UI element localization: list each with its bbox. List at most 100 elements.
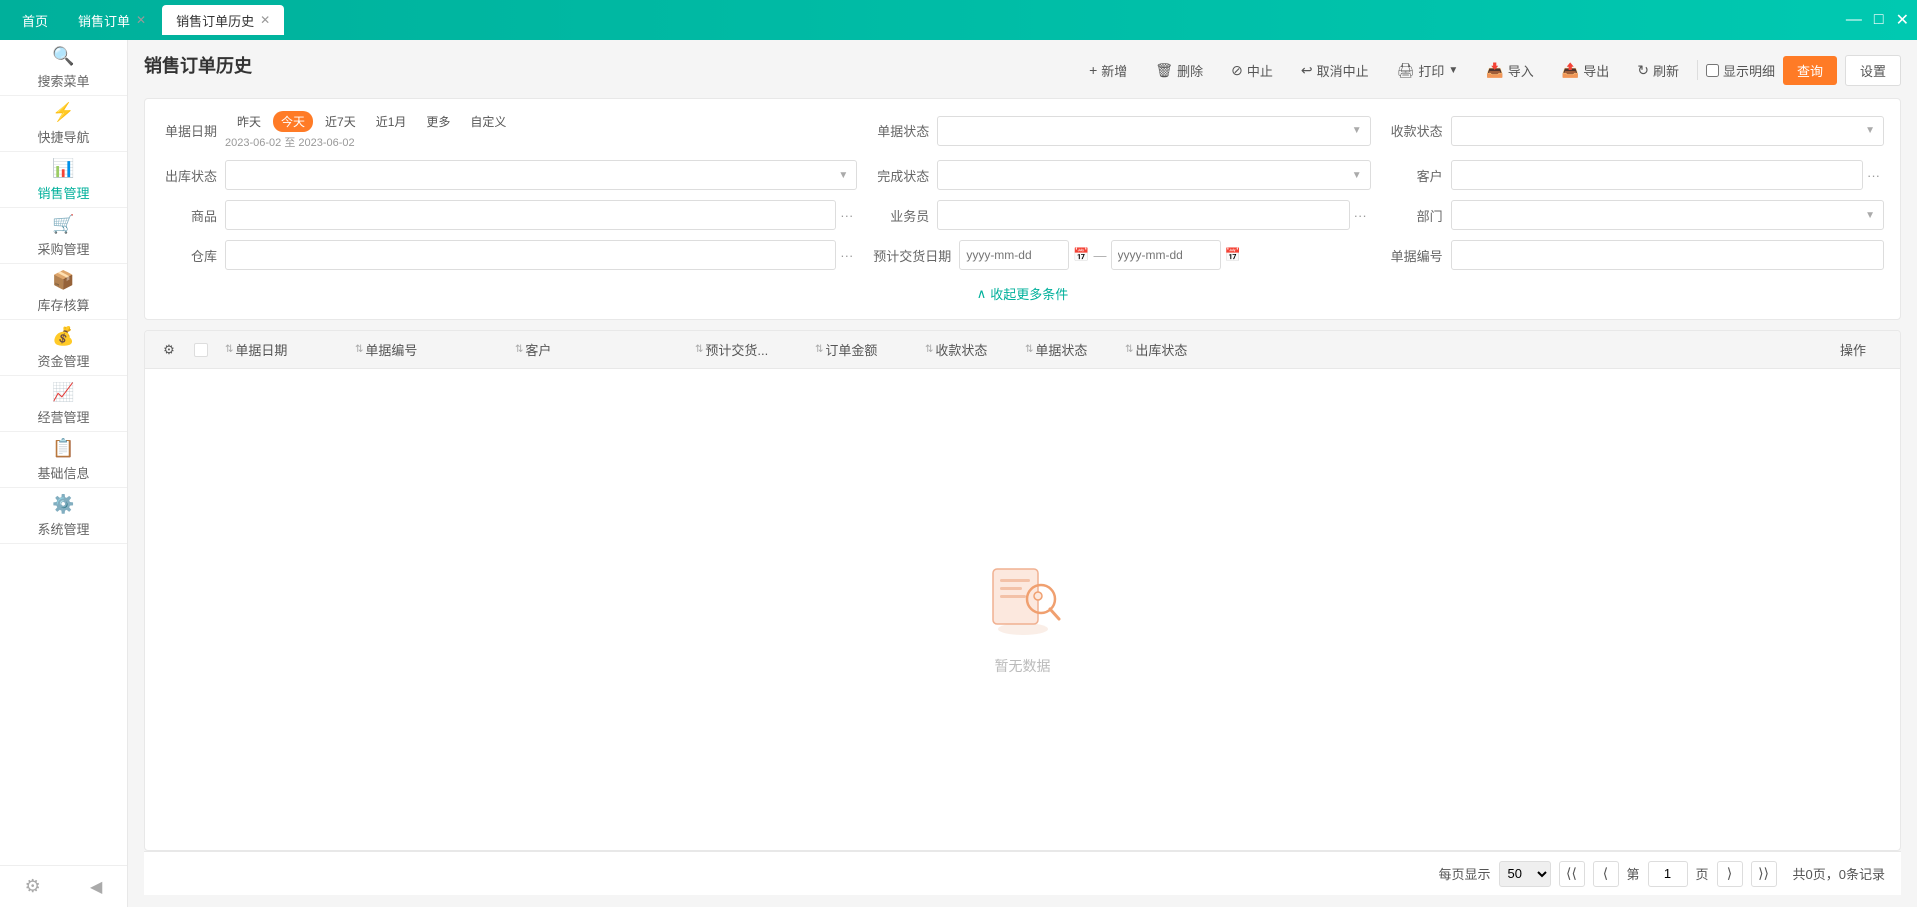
th-checkbox[interactable]	[185, 343, 217, 357]
print-button[interactable]: 🖨 打印 ▼	[1387, 56, 1469, 85]
sidebar-item-finance[interactable]: 💰 资金管理	[0, 320, 127, 376]
sidebar-item-quick-nav[interactable]: ⚡ 快捷导航	[0, 96, 127, 152]
order-no-input[interactable]	[1451, 240, 1884, 270]
sidebar-item-basic-info[interactable]: 📋 基础信息	[0, 432, 127, 488]
show-detail-checkbox[interactable]	[1706, 64, 1719, 77]
quick-nav-icon: ⚡	[52, 102, 74, 123]
sidebar-item-system-mgmt[interactable]: ⚙️ 系统管理	[0, 488, 127, 544]
inventory-icon: 📦	[52, 270, 74, 291]
expected-date-range: 📅 — 📅	[959, 240, 1370, 270]
export-button[interactable]: 📤 导出	[1552, 56, 1619, 85]
filter-goods-item: 商品 ···	[161, 200, 857, 230]
purchase-mgmt-icon: 🛒	[52, 214, 74, 235]
select-all-checkbox[interactable]	[194, 343, 208, 357]
import-icon: 📥	[1486, 62, 1503, 79]
th-customer[interactable]: ⇅ 客户	[507, 340, 687, 359]
th-amount[interactable]: ⇅ 订单金额	[807, 340, 917, 359]
th-delivery-status[interactable]: ⇅ 出库状态	[1117, 340, 1237, 359]
sidebar-collapse-icon[interactable]: ◀	[90, 877, 102, 897]
sidebar-item-purchase-mgmt[interactable]: 🛒 采购管理	[0, 208, 127, 264]
page-number-input[interactable]	[1648, 861, 1688, 887]
stop-icon: ⊘	[1231, 62, 1243, 79]
print-dropdown-icon: ▼	[1448, 65, 1458, 76]
filter-order-no-item: 单据编号	[1387, 240, 1884, 270]
th-payment-status[interactable]: ⇅ 收款状态	[917, 340, 1017, 359]
completion-status-select[interactable]: ▼	[937, 160, 1370, 190]
delivery-status-select[interactable]: ▼	[225, 160, 857, 190]
salesperson-ellipsis[interactable]: ···	[1350, 208, 1371, 223]
th-expected-date[interactable]: ⇅ 预计交货...	[687, 340, 807, 359]
last1m-btn[interactable]: 近1月	[368, 111, 415, 132]
expected-date-start[interactable]	[959, 240, 1069, 270]
sidebar-item-inventory[interactable]: 📦 库存核算	[0, 264, 127, 320]
today-btn[interactable]: 今天	[273, 111, 313, 132]
goods-input[interactable]	[225, 200, 836, 230]
window-maximize-icon[interactable]: □	[1874, 11, 1884, 29]
tab-home[interactable]: 首页	[8, 5, 62, 35]
order-status-select[interactable]: ▼	[937, 116, 1370, 146]
tab-sales-order-history[interactable]: 销售订单历史 ✕	[162, 5, 284, 35]
window-close-icon[interactable]: ✕	[1896, 10, 1909, 30]
warehouse-input[interactable]	[225, 240, 836, 270]
cancel-stop-button[interactable]: ↩ 取消中止	[1291, 56, 1379, 85]
date-range-text: 2023-06-02 至 2023-06-02	[225, 134, 514, 150]
filter-panel: 单据日期 昨天 今天 近7天 近1月 更多 自定义 2023-06-02 至 2…	[144, 98, 1901, 320]
empty-state: 暂无数据	[145, 369, 1900, 850]
filter-delivery-status-item: 出库状态 ▼	[161, 160, 857, 190]
department-select[interactable]: ▼	[1451, 200, 1884, 230]
th-date[interactable]: ⇅ 单据日期	[217, 340, 347, 359]
tab-sales-order-close[interactable]: ✕	[136, 13, 146, 27]
custom-btn[interactable]: 自定义	[462, 111, 514, 132]
sort-date-icon: ⇅	[225, 344, 233, 355]
th-settings[interactable]: ⚙	[153, 342, 185, 358]
window-minimize-icon[interactable]: —	[1846, 11, 1862, 29]
top-right-controls: — □ ✕	[1846, 10, 1909, 30]
sidebar-settings-icon[interactable]: ⚙	[25, 876, 41, 897]
show-detail-checkbox-wrap[interactable]: 显示明细	[1706, 61, 1775, 80]
settings-button[interactable]: 设置	[1845, 55, 1901, 86]
calendar-start-icon[interactable]: 📅	[1073, 247, 1089, 263]
stop-button[interactable]: ⊘ 中止	[1221, 56, 1283, 85]
last7-btn[interactable]: 近7天	[317, 111, 364, 132]
prev-page-button[interactable]: ⟨	[1593, 861, 1619, 887]
collapse-up-icon: ∧	[977, 286, 987, 302]
filter-date-item: 单据日期 昨天 今天 近7天 近1月 更多 自定义 2023-06-02 至 2…	[161, 111, 857, 150]
refresh-button[interactable]: ↻ 刷新	[1627, 56, 1689, 85]
yesterday-btn[interactable]: 昨天	[229, 111, 269, 132]
date-range-separator: —	[1094, 248, 1107, 263]
search-menu-icon: 🔍	[52, 46, 74, 67]
sidebar-item-sales-mgmt[interactable]: 📊 销售管理	[0, 152, 127, 208]
table-settings-icon[interactable]: ⚙	[163, 342, 175, 358]
warehouse-ellipsis[interactable]: ···	[836, 248, 857, 263]
filter-warehouse-item: 仓库 ···	[161, 240, 857, 270]
query-button[interactable]: 查询	[1783, 56, 1837, 85]
more-btn[interactable]: 更多	[418, 111, 458, 132]
filter-row-3: 商品 ··· 业务员 ··· 部门 ▼	[161, 200, 1884, 230]
customer-input[interactable]	[1451, 160, 1863, 190]
th-order-no[interactable]: ⇅ 单据编号	[347, 340, 507, 359]
goods-ellipsis[interactable]: ···	[836, 208, 857, 223]
print-icon: 🖨	[1397, 62, 1415, 79]
filter-order-status-item: 单据状态 ▼	[873, 116, 1370, 146]
expected-date-end[interactable]	[1111, 240, 1221, 270]
content-area: 销售订单历史 + 新增 🗑 删除 ⊘ 中止 ↩ 取消中止	[128, 40, 1917, 907]
delete-button[interactable]: 🗑 删除	[1145, 56, 1213, 85]
first-page-button[interactable]: ⟨⟨	[1559, 861, 1585, 887]
customer-ellipsis[interactable]: ···	[1863, 168, 1884, 183]
filter-customer-item: 客户 ···	[1387, 160, 1884, 190]
th-order-status[interactable]: ⇅ 单据状态	[1017, 340, 1117, 359]
export-icon: 📤	[1562, 62, 1579, 79]
tab-sales-order-history-close[interactable]: ✕	[260, 13, 270, 27]
next-page-button[interactable]: ⟩	[1717, 861, 1743, 887]
payment-status-select[interactable]: ▼	[1451, 116, 1884, 146]
page-size-select[interactable]: 50 100 200	[1499, 861, 1551, 887]
collapse-conditions-btn[interactable]: ∧ 收起更多条件	[161, 280, 1884, 307]
last-page-button[interactable]: ⟩⟩	[1751, 861, 1777, 887]
sidebar-item-operations[interactable]: 📈 经营管理	[0, 376, 127, 432]
sidebar-item-search-menu[interactable]: 🔍 搜索菜单	[0, 40, 127, 96]
calendar-end-icon[interactable]: 📅	[1225, 247, 1241, 263]
new-button[interactable]: + 新增	[1079, 56, 1137, 85]
tab-sales-order[interactable]: 销售订单 ✕	[64, 5, 160, 35]
salesperson-input[interactable]	[937, 200, 1349, 230]
import-button[interactable]: 📥 导入	[1476, 56, 1543, 85]
